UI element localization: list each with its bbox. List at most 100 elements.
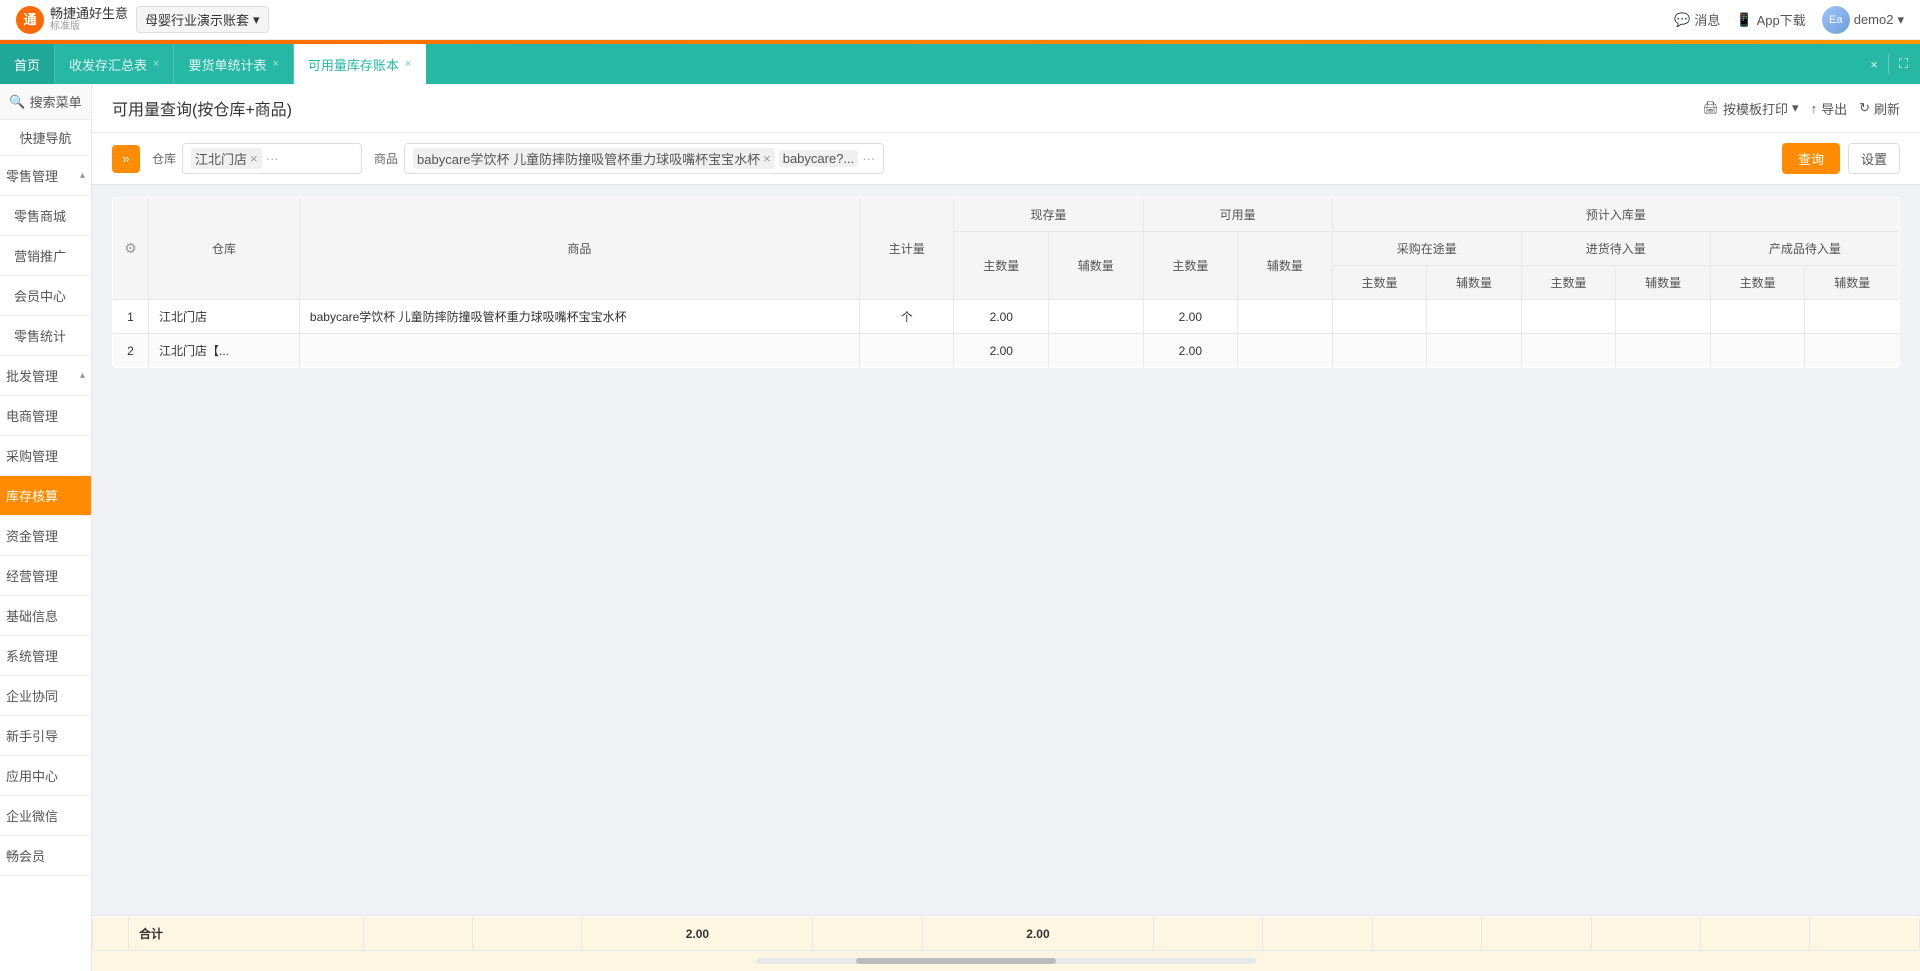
filter-bar: » 仓库 江北门店 × ··· 商品 babycare学饮杯 儿童防摔防撞吸管杯… bbox=[92, 133, 1920, 185]
sidebar-item-enterprise-collab[interactable]: 企业协同 bbox=[0, 676, 91, 716]
sidebar-item-wholesale-mgmt[interactable]: 批发管理 ▴ bbox=[0, 356, 91, 396]
th-products-aux: 辅数量 bbox=[1805, 266, 1900, 300]
total-empty-unit bbox=[472, 917, 581, 951]
export-button[interactable]: ↑ 导出 bbox=[1811, 99, 1848, 118]
warehouse-more-dots[interactable]: ··· bbox=[266, 151, 279, 166]
sidebar-item-operations-mgmt[interactable]: 经营管理 bbox=[0, 556, 91, 596]
row2-purchase-main bbox=[1332, 334, 1427, 368]
warehouse-tag: 江北门店 × bbox=[191, 148, 262, 169]
total-table: 合计 2.00 2.00 bbox=[92, 916, 1920, 951]
sidebar-item-retail-stats[interactable]: 零售统计 bbox=[0, 316, 91, 356]
row1-goods-aux bbox=[1616, 300, 1711, 334]
tab-close-demand[interactable]: × bbox=[272, 58, 278, 70]
row1-product: babycare学饮杯 儿童防摔防撞吸管杯重力球吸嘴杯宝宝水杯 bbox=[299, 300, 859, 334]
header-left: 通 畅捷通好生意 标准版 母婴行业演示账套 ▾ bbox=[16, 6, 269, 34]
filter-toggle-button[interactable]: » bbox=[112, 145, 140, 173]
sidebar-search[interactable]: 🔍 搜索菜单 bbox=[0, 84, 91, 120]
row1-purchase-main bbox=[1332, 300, 1427, 334]
total-label: 合计 bbox=[129, 917, 364, 951]
warehouse-input[interactable]: 江北门店 × ··· bbox=[182, 143, 362, 174]
query-button[interactable]: 查询 bbox=[1782, 143, 1840, 174]
th-goods-aux: 辅数量 bbox=[1616, 266, 1711, 300]
th-available-qty-group: 可用量 bbox=[1143, 198, 1332, 232]
app-download-button[interactable]: 📱 App下载 bbox=[1736, 10, 1805, 29]
total-empty-product bbox=[363, 917, 472, 951]
row1-unit: 个 bbox=[859, 300, 954, 334]
sidebar-item-member-vip[interactable]: 畅会员 bbox=[0, 836, 91, 876]
product-input[interactable]: babycare学饮杯 儿童防摔防撞吸管杯重力球吸嘴杯宝宝水杯 × babyca… bbox=[404, 143, 884, 174]
row1-warehouse: 江北门店 bbox=[149, 300, 300, 334]
refresh-icon: ↻ bbox=[1859, 100, 1870, 116]
th-current-aux: 辅数量 bbox=[1049, 232, 1144, 300]
logo-icon: 通 bbox=[16, 6, 44, 34]
row1-index: 1 bbox=[113, 300, 149, 334]
tab-close-receive[interactable]: × bbox=[153, 58, 159, 70]
sidebar-item-system-mgmt[interactable]: 系统管理 bbox=[0, 636, 91, 676]
tab-expand-icon[interactable]: ⛶ bbox=[1899, 56, 1908, 72]
sidebar-item-finance-mgmt[interactable]: 资金管理 bbox=[0, 516, 91, 556]
total-empty-settings bbox=[93, 917, 129, 951]
tab-home[interactable]: 首页 bbox=[0, 44, 55, 84]
total-purchase-aux bbox=[1372, 917, 1481, 951]
sidebar-item-app-center[interactable]: 应用中心 bbox=[0, 756, 91, 796]
scrollbar-thumb[interactable] bbox=[856, 958, 1056, 964]
user-menu[interactable]: Ea demo2 ▾ bbox=[1822, 6, 1904, 34]
th-products-pending-group: 产成品待入量 bbox=[1710, 232, 1899, 266]
page-title: 可用量查询(按仓库+商品) bbox=[112, 96, 292, 132]
tab-close-all-icon[interactable]: × bbox=[1870, 57, 1878, 72]
message-icon: 💬 bbox=[1674, 12, 1690, 28]
row1-purchase-aux bbox=[1427, 300, 1522, 334]
sidebar-item-member-center[interactable]: 会员中心 bbox=[0, 276, 91, 316]
content-area: 可用量查询(按仓库+商品) 🖨 按模板打印 ▾ ↑ 导出 ↻ 刷新 bbox=[92, 84, 1920, 971]
table-area: ⚙ 仓库 商品 主计量 现存量 可用量 预计入库量 主数量 辅数量 主数量 辅数… bbox=[92, 185, 1920, 915]
product-filter: 商品 babycare学饮杯 儿童防摔防撞吸管杯重力球吸嘴杯宝宝水杯 × bab… bbox=[374, 143, 884, 174]
table-settings-icon[interactable]: ⚙ bbox=[124, 240, 137, 256]
export-icon: ↑ bbox=[1811, 101, 1818, 116]
th-goods-pending-group: 进货待入量 bbox=[1521, 232, 1710, 266]
printer-icon: 🖨 bbox=[1703, 100, 1720, 116]
tab-receive-summary[interactable]: 收发存汇总表 × bbox=[55, 44, 174, 84]
refresh-button[interactable]: ↻ 刷新 bbox=[1859, 99, 1900, 118]
tab-close-available[interactable]: × bbox=[405, 58, 411, 70]
footer-area: 合计 2.00 2.00 bbox=[92, 915, 1920, 971]
row2-available-aux bbox=[1238, 334, 1333, 368]
product-tag-1-close[interactable]: × bbox=[763, 151, 771, 166]
th-main-unit: 主计量 bbox=[859, 198, 954, 300]
row2-available-main: 2.00 bbox=[1143, 334, 1238, 368]
warehouse-tag-close[interactable]: × bbox=[250, 151, 258, 166]
th-available-aux: 辅数量 bbox=[1238, 232, 1333, 300]
tab-demand-stats[interactable]: 要货单统计表 × bbox=[174, 44, 293, 84]
print-template-button[interactable]: 🖨 按模板打印 ▾ bbox=[1703, 99, 1799, 118]
sidebar-item-new-guide[interactable]: 新手引导 bbox=[0, 716, 91, 756]
th-expected-inbound-group: 预计入库量 bbox=[1332, 198, 1899, 232]
total-row: 合计 2.00 2.00 bbox=[93, 917, 1920, 951]
th-purchase-in-transit-group: 采购在途量 bbox=[1332, 232, 1521, 266]
tab-available-ledger[interactable]: 可用量库存账本 × bbox=[294, 44, 426, 84]
sidebar-item-enterprise-wechat[interactable]: 企业微信 bbox=[0, 796, 91, 836]
search-icon: 🔍 bbox=[9, 94, 25, 110]
row2-products-aux bbox=[1805, 334, 1900, 368]
data-table: ⚙ 仓库 商品 主计量 现存量 可用量 预计入库量 主数量 辅数量 主数量 辅数… bbox=[112, 197, 1900, 368]
sidebar-item-purchase-mgmt[interactable]: 采购管理 bbox=[0, 436, 91, 476]
sidebar-item-retail-mall[interactable]: 零售商城 bbox=[0, 196, 91, 236]
message-button[interactable]: 💬 消息 bbox=[1674, 10, 1720, 29]
sidebar-nav[interactable]: 快捷导航 bbox=[0, 120, 91, 156]
total-products-aux bbox=[1810, 917, 1920, 951]
avatar: Ea bbox=[1822, 6, 1850, 34]
total-current-main: 2.00 bbox=[582, 917, 813, 951]
svg-text:通: 通 bbox=[23, 12, 36, 27]
settings-button[interactable]: 设置 bbox=[1848, 143, 1900, 174]
sidebar-item-inventory-check[interactable]: 库存核算 bbox=[0, 476, 91, 516]
horizontal-scrollbar[interactable] bbox=[756, 958, 1256, 964]
sidebar-item-marketing[interactable]: 营销推广 bbox=[0, 236, 91, 276]
industry-selector[interactable]: 母婴行业演示账套 ▾ bbox=[136, 6, 269, 33]
table-row: 2 江北门店【... 2.00 2.00 bbox=[113, 334, 1900, 368]
sidebar-item-retail-mgmt[interactable]: 零售管理 ▴ bbox=[0, 156, 91, 196]
sidebar-item-ecommerce-mgmt[interactable]: 电商管理 bbox=[0, 396, 91, 436]
product-more-dots[interactable]: ··· bbox=[862, 151, 875, 166]
row2-products-main bbox=[1710, 334, 1805, 368]
sidebar-item-basic-info[interactable]: 基础信息 bbox=[0, 596, 91, 636]
th-product: 商品 bbox=[299, 198, 859, 300]
total-current-aux bbox=[813, 917, 922, 951]
th-available-main: 主数量 bbox=[1143, 232, 1238, 300]
